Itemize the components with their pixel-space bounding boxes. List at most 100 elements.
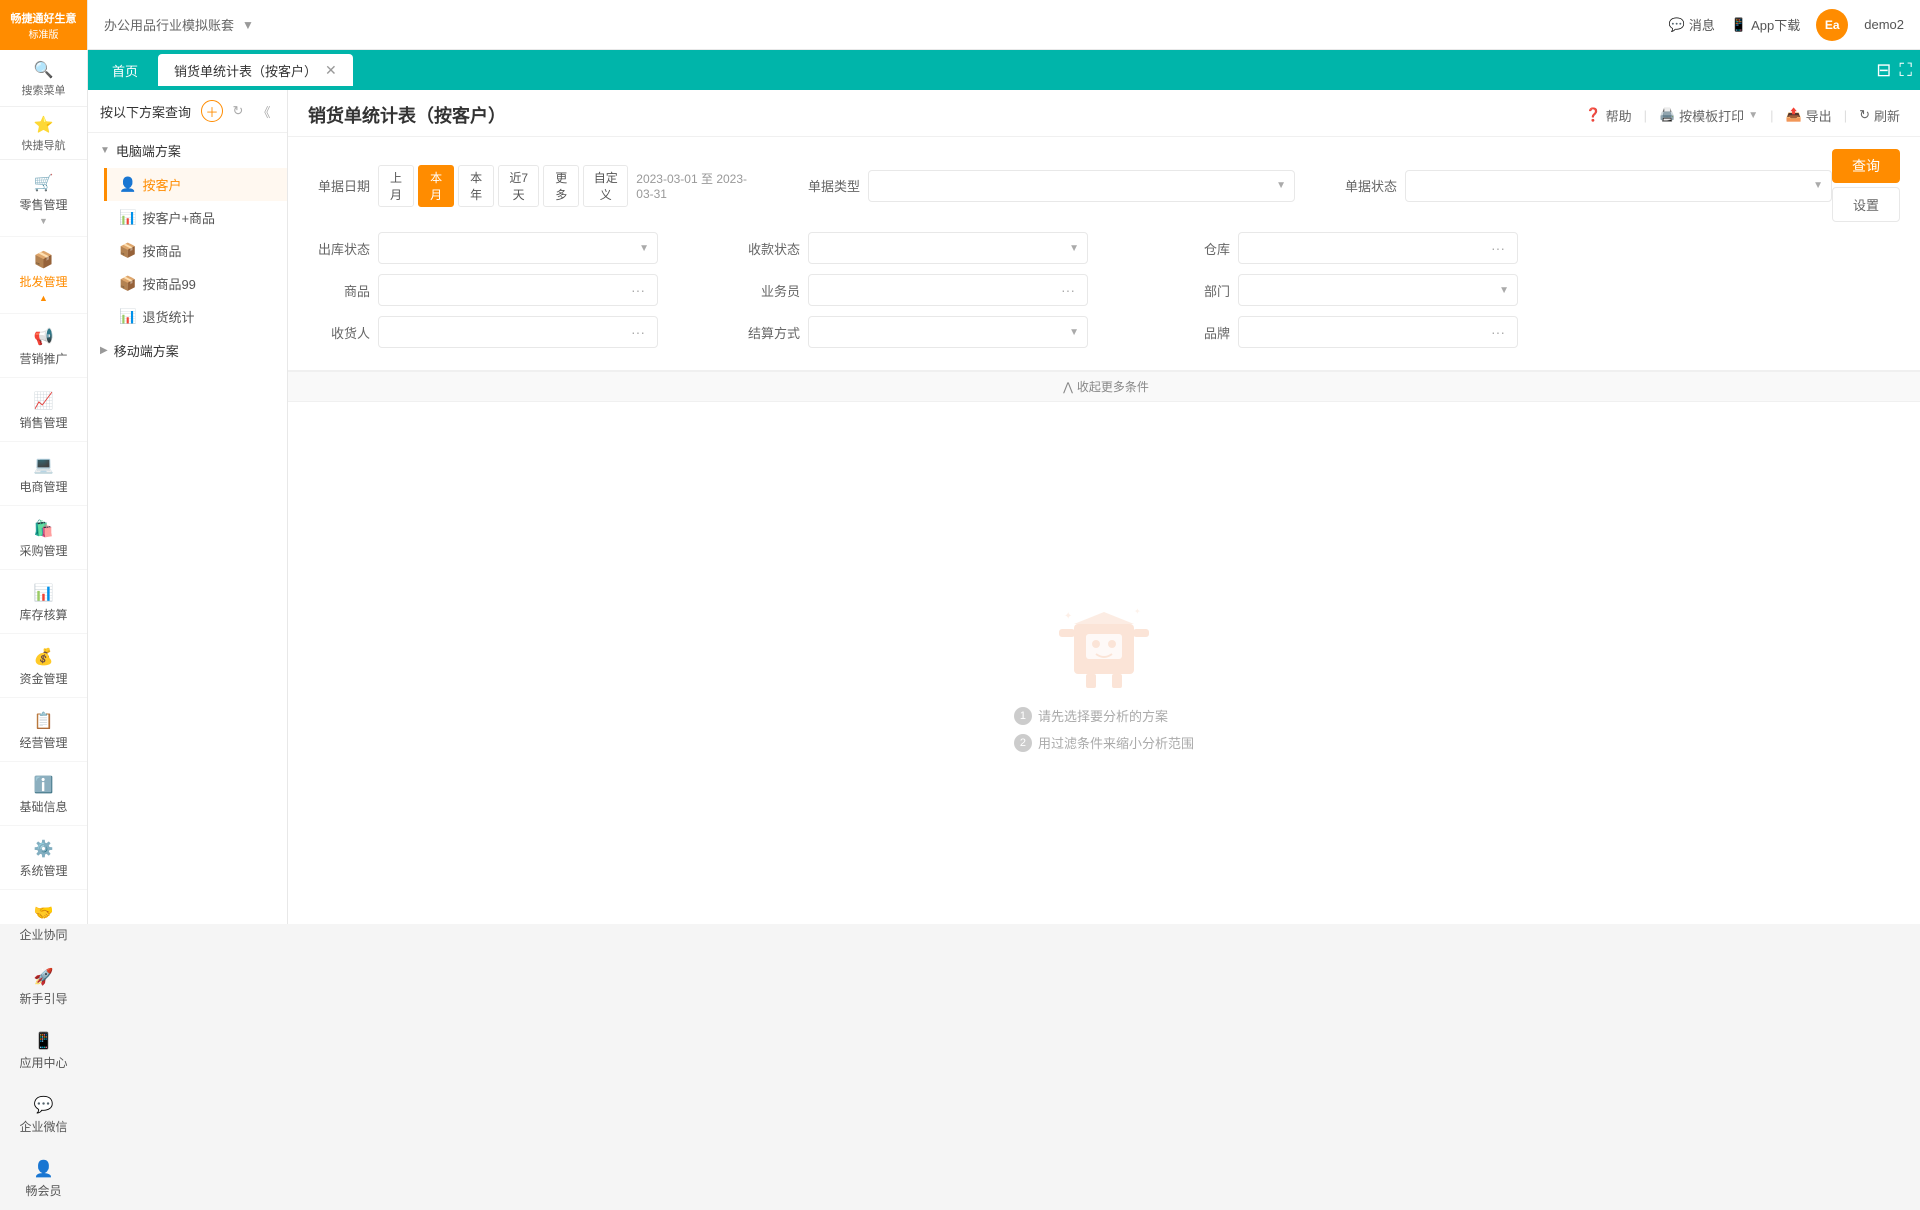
scheme-collapse-icon[interactable]: 《 — [253, 100, 275, 122]
sidebar-item-retail[interactable]: 🛒 零售管理 ▼ — [0, 160, 87, 237]
scheme-add-icon[interactable]: ＋ — [201, 100, 223, 122]
scheme-item-by-goods-99-label: 按商品99 — [142, 274, 195, 293]
sidebar-item-inventory[interactable]: 📊 库存核算 — [0, 570, 87, 634]
settings-button[interactable]: 设置 — [1832, 187, 1900, 222]
brand-label: 品牌 — [1168, 323, 1238, 342]
print-icon: 🖨️ — [1659, 107, 1675, 123]
help-label: 帮助 — [1606, 106, 1632, 125]
sidebar-item-purchase-label: 采购管理 — [19, 542, 67, 559]
retail-icon: 🛒 — [34, 173, 54, 193]
date-btn-custom[interactable]: 自定义 — [583, 165, 628, 207]
sidebar-item-ecommerce[interactable]: 💻 电商管理 — [0, 442, 87, 506]
header-dropdown-icon[interactable]: ▼ — [242, 18, 254, 32]
salesperson-label: 业务员 — [738, 281, 808, 300]
date-btn-more[interactable]: 更多 — [543, 165, 579, 207]
by-goods-99-icon: 📦 — [119, 275, 136, 292]
tab-bar: 首页 销货单统计表（按客户） ✕ ⊟ ⛶ — [88, 50, 1920, 90]
scheme-item-by-goods-99[interactable]: 📦 按商品99 — [104, 267, 287, 300]
sidebar-item-marketing[interactable]: 📢 营销推广 — [0, 314, 87, 378]
user-avatar[interactable]: Ea — [1816, 9, 1848, 41]
brand-dots[interactable]: ··· — [1487, 324, 1509, 340]
recipient-select[interactable]: ··· — [378, 316, 658, 348]
finance-icon: 💰 — [34, 647, 54, 667]
scheme-header: 按以下方案查询 ＋ ↻ 《 — [88, 90, 287, 133]
order-type-select[interactable]: ▼ — [868, 170, 1295, 202]
date-buttons: 上月 本月 本年 近7天 更多 自定义 — [378, 165, 628, 207]
scheme-item-return-stat[interactable]: 📊 退货统计 — [104, 300, 287, 333]
salesperson-select[interactable]: ··· — [808, 274, 1088, 306]
order-status-select[interactable]: ▼ — [1405, 170, 1832, 202]
date-filter-label: 单据日期 — [308, 176, 378, 195]
scheme-item-by-customer[interactable]: 👤 按客户 — [104, 168, 287, 201]
main-area: 办公用品行业模拟账套 ▼ 💬 消息 📱 App下载 Ea demo2 首页 销货… — [88, 0, 1920, 924]
sidebar-quick-nav-label: 快捷导航 — [22, 137, 66, 153]
date-filter-control: 上月 本月 本年 近7天 更多 自定义 2023-03-01 至 2023-03… — [378, 165, 758, 207]
sidebar-item-system[interactable]: ⚙️ 系统管理 — [0, 826, 87, 890]
goods-dots[interactable]: ··· — [627, 282, 649, 298]
sidebar-item-sales[interactable]: 📈 销售管理 — [0, 378, 87, 442]
sidebar-item-finance-label: 资金管理 — [19, 670, 67, 687]
tab-expand-controls: ⊟ ⛶ — [1876, 60, 1912, 81]
collapse-bar[interactable]: ⋀ 收起更多条件 — [288, 371, 1920, 402]
recipient-dots[interactable]: ··· — [627, 324, 649, 340]
tab-minimize-icon[interactable]: ⊟ — [1876, 60, 1891, 81]
tab-close-icon[interactable]: ✕ — [325, 62, 337, 79]
department-select[interactable]: ▼ — [1238, 274, 1518, 306]
scheme-group-mobile: ▶ 移动端方案 — [88, 333, 287, 368]
message-icon: 💬 — [1669, 17, 1685, 33]
brand-select[interactable]: ··· — [1238, 316, 1518, 348]
date-btn-last-month[interactable]: 上月 — [378, 165, 414, 207]
export-button[interactable]: 📤 导出 — [1785, 106, 1831, 125]
sidebar-search[interactable]: 🔍 搜索菜单 — [0, 50, 87, 107]
collapse-up-icon: ⋀ — [1063, 380, 1073, 394]
sidebar-item-appcenter[interactable]: 📱 应用中心 — [0, 1018, 87, 1082]
sidebar-item-wechat[interactable]: 💬 企业微信 — [0, 1082, 87, 1146]
sidebar-quick-nav[interactable]: ⭐ 快捷导航 — [0, 107, 87, 160]
tab-home[interactable]: 首页 — [96, 54, 154, 86]
sidebar-item-basic[interactable]: ℹ️ 基础信息 — [0, 762, 87, 826]
sidebar-item-basic-label: 基础信息 — [19, 798, 67, 815]
sidebar-item-enterprise[interactable]: 🤝 企业协同 — [0, 890, 87, 954]
tab-sales-stat[interactable]: 销货单统计表（按客户） ✕ — [158, 54, 353, 86]
salesperson-dots[interactable]: ··· — [1057, 282, 1079, 298]
filter-row-2: 出库状态 ▼ 收款状态 ▼ — [308, 232, 1900, 264]
scheme-item-by-customer-goods[interactable]: 📊 按客户+商品 — [104, 201, 287, 234]
date-btn-last-7[interactable]: 近7天 — [498, 165, 539, 207]
page-actions: ❓ 帮助 | 🖨️ 按模板打印 ▼ | 📤 导出 | — [1585, 106, 1900, 125]
by-goods-icon: 📦 — [119, 242, 136, 259]
sidebar-item-wholesale[interactable]: 📦 批发管理 ▲ — [0, 237, 87, 314]
empty-tip-2-num: 2 — [1014, 734, 1032, 752]
settlement-select[interactable]: ▼ — [808, 316, 1088, 348]
message-button[interactable]: 💬 消息 — [1669, 15, 1715, 34]
date-btn-this-month[interactable]: 本月 — [418, 165, 454, 207]
order-status-arrow: ▼ — [1813, 180, 1823, 191]
warehouse-label: 仓库 — [1168, 239, 1238, 258]
divider-3: | — [1844, 108, 1847, 123]
goods-control: ··· — [378, 274, 658, 306]
desktop-group-arrow: ▼ — [100, 145, 110, 156]
scheme-group-mobile-title[interactable]: ▶ 移动端方案 — [88, 333, 287, 368]
sidebar-item-purchase[interactable]: 🛍️ 采购管理 — [0, 506, 87, 570]
sidebar-item-operation[interactable]: 📋 经营管理 — [0, 698, 87, 762]
scheme-refresh-icon[interactable]: ↻ — [227, 100, 249, 122]
query-button[interactable]: 查询 — [1832, 149, 1900, 183]
help-button[interactable]: ❓ 帮助 — [1585, 106, 1631, 125]
scheme-item-by-goods[interactable]: 📦 按商品 — [104, 234, 287, 267]
date-btn-this-year[interactable]: 本年 — [458, 165, 494, 207]
scheme-group-desktop-title[interactable]: ▼ 电脑端方案 — [88, 133, 287, 168]
scheme-group-desktop-items: 👤 按客户 📊 按客户+商品 📦 按商品 📦 按商品99 — [88, 168, 287, 333]
refresh-button[interactable]: ↻ 刷新 — [1859, 106, 1900, 125]
goods-select[interactable]: ··· — [378, 274, 658, 306]
delivery-status-select[interactable]: ▼ — [378, 232, 658, 264]
template-print-button[interactable]: 🖨️ 按模板打印 ▼ — [1659, 106, 1758, 125]
sidebar-item-newbie[interactable]: 🚀 新手引导 — [0, 954, 87, 1018]
warehouse-dots[interactable]: ··· — [1487, 240, 1509, 256]
payment-status-select[interactable]: ▼ — [808, 232, 1088, 264]
sidebar-item-finance[interactable]: 💰 资金管理 — [0, 634, 87, 698]
tab-fullscreen-icon[interactable]: ⛶ — [1899, 60, 1912, 81]
sidebar-item-member[interactable]: 👤 畅会员 — [0, 1146, 87, 1210]
goods-label: 商品 — [308, 281, 378, 300]
empty-tip-1-num: 1 — [1014, 707, 1032, 725]
warehouse-select[interactable]: ··· — [1238, 232, 1518, 264]
app-download-button[interactable]: 📱 App下载 — [1731, 15, 1800, 34]
